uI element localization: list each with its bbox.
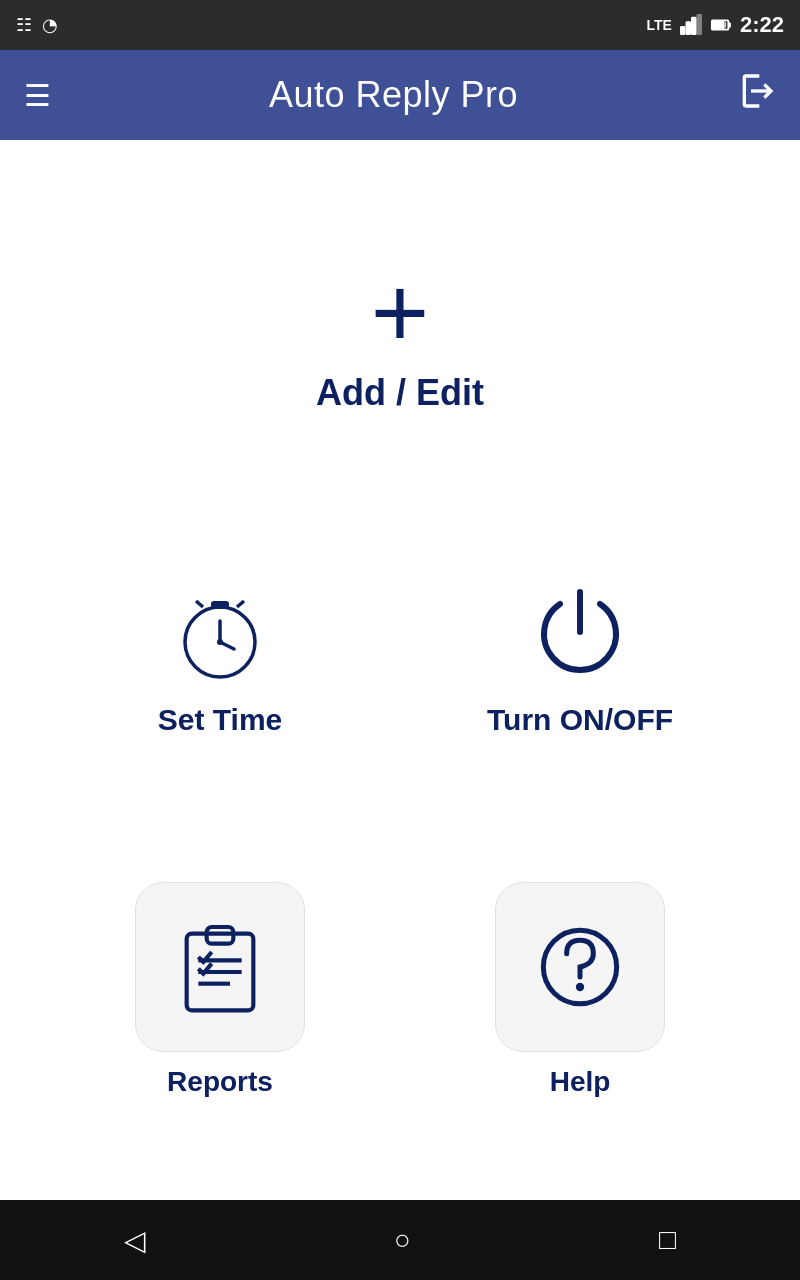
- power-icon-wrapper: [525, 579, 635, 689]
- svg-rect-2: [692, 18, 696, 34]
- help-card: [495, 882, 665, 1052]
- reports-card: [135, 882, 305, 1052]
- help-button[interactable]: Help: [495, 882, 665, 1098]
- status-bar-left: ☷ ◔: [16, 14, 58, 36]
- clock-time: 2:22: [740, 12, 784, 38]
- svg-rect-9: [211, 601, 229, 609]
- status-bar-right: LTE 2:22: [647, 12, 784, 38]
- set-time-label: Set Time: [158, 703, 283, 737]
- middle-row: Set Time Turn ON/OFF: [0, 579, 800, 737]
- menu-icon[interactable]: ☰: [24, 78, 51, 113]
- svg-rect-1: [686, 22, 690, 34]
- recents-button[interactable]: □: [659, 1224, 676, 1256]
- svg-rect-0: [681, 27, 685, 34]
- battery-icon: [710, 14, 732, 36]
- svg-line-11: [237, 601, 244, 607]
- exit-icon[interactable]: [736, 71, 776, 119]
- nav-bar: ◁ ○ □: [0, 1200, 800, 1280]
- add-edit-label: Add / Edit: [316, 372, 484, 414]
- plus-icon: +: [371, 262, 429, 362]
- set-time-button[interactable]: Set Time: [80, 579, 360, 737]
- svg-point-22: [576, 982, 584, 990]
- lte-indicator: LTE: [647, 17, 672, 33]
- turn-onoff-button[interactable]: Turn ON/OFF: [440, 579, 720, 737]
- home-button[interactable]: ○: [394, 1224, 411, 1256]
- back-button[interactable]: ◁: [124, 1224, 146, 1257]
- power-icon: [530, 584, 630, 684]
- svg-line-10: [196, 601, 203, 607]
- status-bar: ☷ ◔ LTE 2:22: [0, 0, 800, 50]
- app-title: Auto Reply Pro: [269, 74, 518, 116]
- reports-button[interactable]: Reports: [135, 882, 305, 1098]
- app-bar: ☰ Auto Reply Pro: [0, 50, 800, 140]
- message-icon: ☷: [16, 14, 32, 36]
- signal-icon: ◔: [42, 14, 58, 36]
- svg-rect-5: [713, 21, 724, 28]
- add-edit-button[interactable]: + Add / Edit: [296, 242, 504, 434]
- bottom-row: Reports Help: [0, 882, 800, 1098]
- svg-rect-3: [697, 15, 701, 34]
- help-label: Help: [550, 1066, 611, 1098]
- reports-label: Reports: [167, 1066, 273, 1098]
- stopwatch-icon-wrapper: [165, 579, 275, 689]
- stopwatch-icon: [165, 579, 275, 689]
- signal-bars-icon: [680, 14, 702, 36]
- reports-icon: [170, 917, 270, 1017]
- turn-onoff-label: Turn ON/OFF: [487, 703, 673, 737]
- svg-point-14: [217, 639, 223, 645]
- main-content: + Add / Edit: [0, 140, 800, 1200]
- help-icon: [530, 917, 630, 1017]
